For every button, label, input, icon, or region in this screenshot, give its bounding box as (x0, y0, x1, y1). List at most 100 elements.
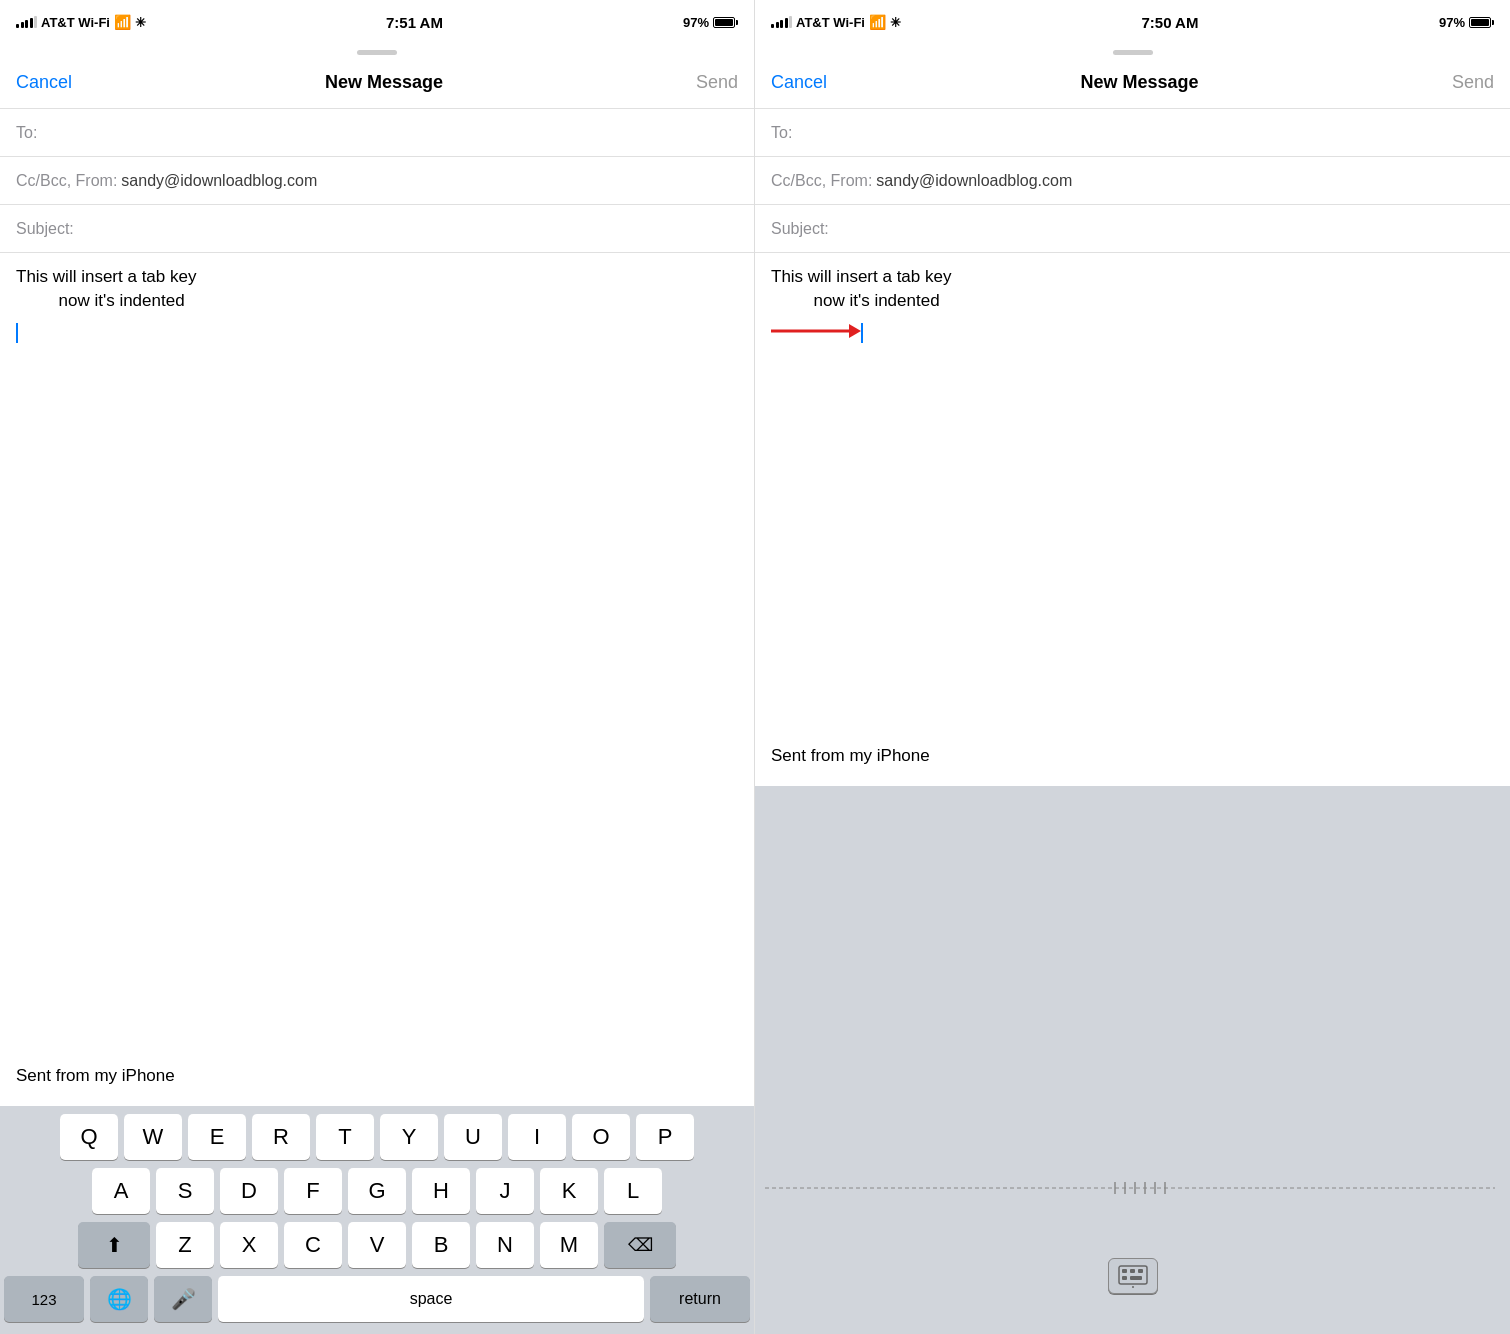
send-button-left[interactable]: Send (696, 72, 738, 93)
keyboard-row1-left: Q W E R T Y U I O P (4, 1114, 750, 1160)
key-shift[interactable]: ⬆ (78, 1222, 150, 1268)
svg-marker-1 (849, 324, 861, 338)
battery-icon-left (713, 17, 738, 28)
send-button-right[interactable]: Send (1452, 72, 1494, 93)
svg-rect-9 (1119, 1266, 1147, 1284)
drag-handle-left (357, 50, 397, 55)
subject-field-left[interactable]: Subject: (0, 205, 754, 253)
key-p[interactable]: P (636, 1114, 694, 1160)
right-battery-percent: 97% (1439, 15, 1465, 30)
key-a[interactable]: A (92, 1168, 150, 1214)
keyboard-left[interactable]: Q W E R T Y U I O P A S D F G H J K L ⬆ … (0, 1106, 754, 1334)
key-123[interactable]: 123 (4, 1276, 84, 1322)
body-text-right: This will insert a tab key now it's inde… (771, 265, 1494, 313)
key-h[interactable]: H (412, 1168, 470, 1214)
to-label-right: To: (771, 124, 792, 142)
key-c[interactable]: C (284, 1222, 342, 1268)
keyboard-dismiss-icon (1118, 1264, 1148, 1288)
key-q[interactable]: Q (60, 1114, 118, 1160)
ccbcc-field-left[interactable]: Cc/Bcc, From: sandy@idownloadblog.com (0, 157, 754, 205)
right-brightness-icon: ✳ (890, 15, 901, 30)
key-g[interactable]: G (348, 1168, 406, 1214)
right-carrier-label: AT&T Wi-Fi (796, 15, 865, 30)
red-arrow-icon (771, 319, 861, 343)
left-status-bar: AT&T Wi-Fi 📶 ✳ 7:51 AM 97% (0, 0, 754, 44)
message-body-left[interactable]: This will insert a tab key now it's inde… (0, 253, 754, 1106)
right-phone-panel: AT&T Wi-Fi 📶 ✳ 7:50 AM 97% Cancel New Me… (755, 0, 1510, 1334)
svg-rect-10 (1122, 1269, 1127, 1273)
key-z[interactable]: Z (156, 1222, 214, 1268)
key-r[interactable]: R (252, 1114, 310, 1160)
subject-label-right: Subject: (771, 220, 829, 238)
key-e[interactable]: E (188, 1114, 246, 1160)
key-l[interactable]: L (604, 1168, 662, 1214)
keyboard-hidden-area (755, 786, 1510, 1335)
key-space[interactable]: space (218, 1276, 644, 1322)
right-status-left: AT&T Wi-Fi 📶 ✳ (771, 14, 901, 30)
key-emoji[interactable]: 🌐 (90, 1276, 148, 1322)
wifi-icon: 📶 (114, 14, 131, 30)
key-d[interactable]: D (220, 1168, 278, 1214)
ccbcc-label-left: Cc/Bcc, From: (16, 172, 117, 190)
key-w[interactable]: W (124, 1114, 182, 1160)
ccbcc-label-right: Cc/Bcc, From: (771, 172, 872, 190)
key-y[interactable]: Y (380, 1114, 438, 1160)
key-backspace[interactable]: ⌫ (604, 1222, 676, 1268)
right-status-right: 97% (1439, 15, 1494, 30)
key-u[interactable]: U (444, 1114, 502, 1160)
drag-handle-right (1113, 50, 1153, 55)
message-body-right[interactable]: This will insert a tab key now it's inde… (755, 253, 1510, 786)
right-signal-bars (771, 16, 792, 28)
key-j[interactable]: J (476, 1168, 534, 1214)
to-field-right[interactable]: To: (755, 109, 1510, 157)
key-b[interactable]: B (412, 1222, 470, 1268)
key-s[interactable]: S (156, 1168, 214, 1214)
ccbcc-field-right[interactable]: Cc/Bcc, From: sandy@idownloadblog.com (755, 157, 1510, 205)
keyboard-dismiss-button[interactable] (1108, 1258, 1158, 1294)
nav-title-left: New Message (325, 72, 443, 93)
key-return[interactable]: return (650, 1276, 750, 1322)
signal-bars-icon (16, 16, 37, 28)
key-x[interactable]: X (220, 1222, 278, 1268)
key-v[interactable]: V (348, 1222, 406, 1268)
key-mic[interactable]: 🎤 (154, 1276, 212, 1322)
key-n[interactable]: N (476, 1222, 534, 1268)
ccbcc-value-right: sandy@idownloadblog.com (876, 172, 1072, 190)
ccbcc-value-left: sandy@idownloadblog.com (121, 172, 317, 190)
cancel-button-right[interactable]: Cancel (771, 72, 827, 93)
right-time: 7:50 AM (1141, 14, 1198, 31)
keyboard-row4-left: 123 🌐 🎤 space return (4, 1276, 750, 1322)
key-m[interactable]: M (540, 1222, 598, 1268)
battery-percent-left: 97% (683, 15, 709, 30)
key-i[interactable]: I (508, 1114, 566, 1160)
text-cursor-right (861, 323, 863, 343)
signature-right: Sent from my iPhone (771, 746, 1494, 774)
left-status-left: AT&T Wi-Fi 📶 ✳ (16, 14, 146, 30)
right-nav-bar: Cancel New Message Send (755, 57, 1510, 109)
left-phone-panel: AT&T Wi-Fi 📶 ✳ 7:51 AM 97% Cancel New Me… (0, 0, 755, 1334)
signature-left: Sent from my iPhone (16, 1066, 738, 1094)
cancel-button-left[interactable]: Cancel (16, 72, 72, 93)
svg-rect-14 (1130, 1276, 1142, 1280)
key-f[interactable]: F (284, 1168, 342, 1214)
subject-label-left: Subject: (16, 220, 74, 238)
right-status-bar: AT&T Wi-Fi 📶 ✳ 7:50 AM 97% (755, 0, 1510, 44)
svg-rect-13 (1122, 1276, 1127, 1280)
left-status-right: 97% (683, 15, 738, 30)
body-text-left: This will insert a tab key now it's inde… (16, 265, 738, 313)
svg-rect-11 (1130, 1269, 1135, 1273)
subject-field-right[interactable]: Subject: (755, 205, 1510, 253)
keyboard-separator-line (765, 1178, 1495, 1198)
right-wifi-icon: 📶 (869, 14, 886, 30)
key-o[interactable]: O (572, 1114, 630, 1160)
key-k[interactable]: K (540, 1168, 598, 1214)
keyboard-row3-left: ⬆ Z X C V B N M ⌫ (4, 1222, 750, 1268)
text-cursor-left (16, 323, 18, 343)
to-label-left: To: (16, 124, 37, 142)
left-nav-bar: Cancel New Message Send (0, 57, 754, 109)
carrier-label: AT&T Wi-Fi (41, 15, 110, 30)
keyboard-row2-left: A S D F G H J K L (4, 1168, 750, 1214)
brightness-icon: ✳ (135, 15, 146, 30)
key-t[interactable]: T (316, 1114, 374, 1160)
to-field-left[interactable]: To: (0, 109, 754, 157)
